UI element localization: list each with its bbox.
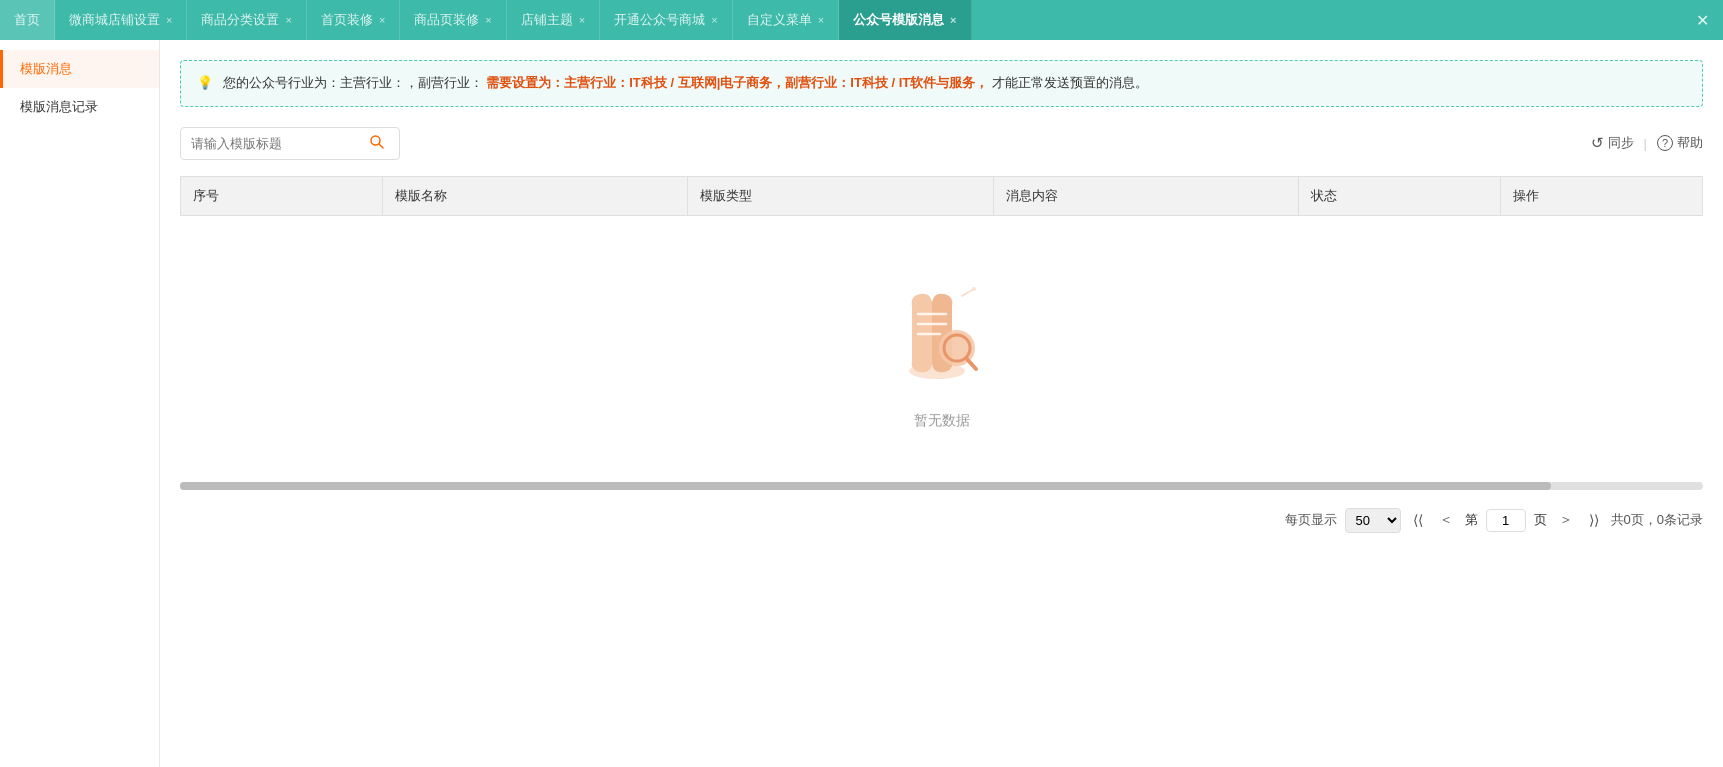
notice-box: 💡 您的公众号行业为：主营行业：，副营行业： 需要设置为：主营行业：IT科技 /… xyxy=(180,60,1703,107)
close-all-button[interactable]: ✕ xyxy=(1682,11,1723,30)
notice-prefix: 您的公众号行业为：主营行业：，副营行业： xyxy=(223,75,483,90)
top-nav: 首页微商城店铺设置 ×商品分类设置 ×首页装修 ×商品页装修 ×店铺主题 ×开通… xyxy=(0,0,1723,40)
main-content: 💡 您的公众号行业为：主营行业：，副营行业： 需要设置为：主营行业：IT科技 /… xyxy=(160,40,1723,767)
col-header-message-content: 消息内容 xyxy=(993,176,1298,215)
notice-highlight: 需要设置为：主营行业：IT科技 / 互联网|电子商务，副营行业：IT科技 / I… xyxy=(486,75,988,90)
tab-close-icon[interactable]: × xyxy=(711,14,717,26)
scroll-thumb xyxy=(180,482,1551,490)
nav-tab-wechat-shop[interactable]: 微商城店铺设置 × xyxy=(55,0,187,40)
sync-label: 同步 xyxy=(1608,134,1634,152)
nav-tab-product-category[interactable]: 商品分类设置 × xyxy=(187,0,306,40)
tab-close-icon[interactable]: × xyxy=(579,14,585,26)
search-input-wrap xyxy=(180,127,400,160)
tab-close-icon[interactable]: × xyxy=(818,14,824,26)
sidebar: 模版消息模版消息记录 xyxy=(0,40,160,767)
horizontal-scrollbar[interactable] xyxy=(180,482,1703,490)
nav-tab-template-message[interactable]: 公众号模版消息 × xyxy=(839,0,971,40)
pagination: 每页显示 102050100 ⟨⟨ ＜ 第 页 ＞ ⟩⟩ 共0页，0条记录 xyxy=(180,502,1703,539)
search-button[interactable] xyxy=(361,128,393,159)
notice-icon: 💡 xyxy=(197,75,213,90)
svg-line-9 xyxy=(962,290,972,296)
nav-tab-shop-theme[interactable]: 店铺主题 × xyxy=(507,0,600,40)
col-header-template-name: 模版名称 xyxy=(383,176,688,215)
notice-suffix: 才能正常发送预置的消息。 xyxy=(992,75,1148,90)
nav-tab-open-wechat-mall[interactable]: 开通公众号商城 × xyxy=(600,0,732,40)
per-page-select[interactable]: 102050100 xyxy=(1345,508,1401,533)
last-page-button[interactable]: ⟩⟩ xyxy=(1585,510,1603,530)
page-label: 第 xyxy=(1465,511,1478,529)
svg-line-8 xyxy=(966,358,976,369)
tab-close-icon[interactable]: × xyxy=(166,14,172,26)
help-icon: ? xyxy=(1657,135,1673,151)
empty-illustration xyxy=(882,276,1002,396)
col-header-index: 序号 xyxy=(181,176,383,215)
help-button[interactable]: ? 帮助 xyxy=(1657,134,1703,152)
sync-button[interactable]: ↺ 同步 xyxy=(1591,134,1634,152)
col-header-actions: 操作 xyxy=(1500,176,1702,215)
sync-icon: ↺ xyxy=(1591,134,1604,152)
nav-tab-home[interactable]: 首页 xyxy=(0,0,55,40)
toolbar-right: ↺ 同步 | ? 帮助 xyxy=(1591,134,1703,152)
search-icon xyxy=(369,134,385,150)
page-number-input[interactable] xyxy=(1486,509,1526,532)
page-unit: 页 xyxy=(1534,511,1547,529)
empty-text: 暂无数据 xyxy=(914,412,970,430)
nav-tab-custom-menu[interactable]: 自定义菜单 × xyxy=(733,0,839,40)
search-bar: ↺ 同步 | ? 帮助 xyxy=(180,127,1703,160)
tab-close-icon[interactable]: × xyxy=(285,14,291,26)
tab-close-icon[interactable]: × xyxy=(950,14,956,26)
empty-state: 暂无数据 xyxy=(180,216,1703,470)
first-page-button[interactable]: ⟨⟨ xyxy=(1409,510,1427,530)
search-input[interactable] xyxy=(181,130,361,157)
sidebar-item-template-msg[interactable]: 模版消息 xyxy=(0,50,159,88)
col-header-template-type: 模版类型 xyxy=(688,176,993,215)
svg-point-10 xyxy=(972,287,976,291)
main-layout: 模版消息模版消息记录 💡 您的公众号行业为：主营行业：，副营行业： 需要设置为：… xyxy=(0,40,1723,767)
help-label: 帮助 xyxy=(1677,134,1703,152)
nav-tab-homepage-decor[interactable]: 首页装修 × xyxy=(307,0,400,40)
total-info: 共0页，0条记录 xyxy=(1611,511,1703,529)
prev-page-button[interactable]: ＜ xyxy=(1435,509,1457,531)
per-page-label: 每页显示 xyxy=(1285,511,1337,529)
svg-line-1 xyxy=(379,144,383,148)
toolbar-divider: | xyxy=(1644,136,1647,151)
next-page-button[interactable]: ＞ xyxy=(1555,509,1577,531)
nav-tab-product-page-decor[interactable]: 商品页装修 × xyxy=(400,0,506,40)
tab-close-icon[interactable]: × xyxy=(379,14,385,26)
col-header-status: 状态 xyxy=(1298,176,1500,215)
sidebar-item-template-msg-log[interactable]: 模版消息记录 xyxy=(0,88,159,126)
data-table: 序号模版名称模版类型消息内容状态操作 xyxy=(180,176,1703,216)
tab-close-icon[interactable]: × xyxy=(485,14,491,26)
